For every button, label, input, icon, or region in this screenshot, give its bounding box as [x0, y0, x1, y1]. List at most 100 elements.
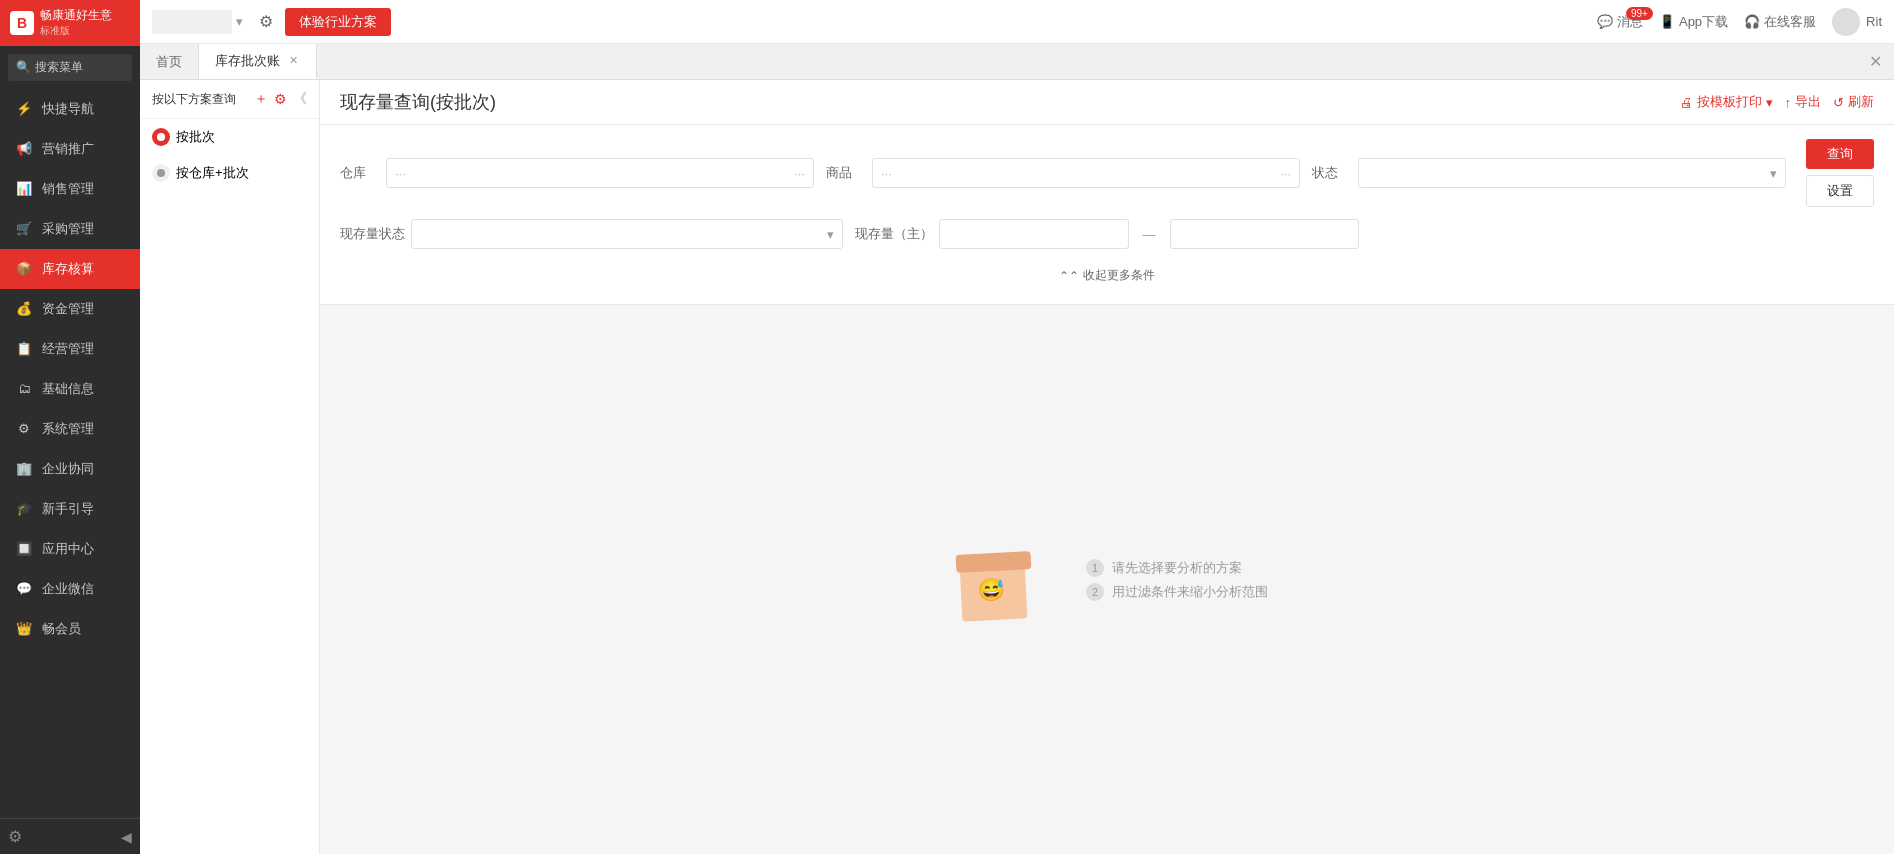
sidebar-item-purchase[interactable]: 🛒 采购管理 — [0, 209, 140, 249]
sidebar-item-member[interactable]: 👑 畅会员 — [0, 609, 140, 649]
inventory-qty-min[interactable] — [939, 219, 1128, 249]
filter-row-2: 现存量状态 ▾ 现存量（主） — — [340, 219, 1874, 249]
collapse-filter-button[interactable]: ⌃⌃ 收起更多条件 — [340, 261, 1874, 290]
empty-illustration: 😅 — [946, 525, 1046, 635]
left-panel-header: 按以下方案查询 ＋ ⚙ 《 — [140, 80, 319, 119]
warehouse-input[interactable]: ··· ··· — [386, 158, 814, 188]
status-select[interactable]: ▾ — [1358, 158, 1786, 188]
export-icon: ↑ — [1785, 95, 1792, 110]
filter-warehouse: 仓库 ··· ··· — [340, 158, 814, 188]
quick-nav-icon: ⚡ — [14, 99, 34, 119]
inventory-status-dropdown-icon: ▾ — [827, 227, 834, 242]
app-logo: B — [10, 11, 34, 35]
settings-button[interactable]: ⚙ — [259, 12, 273, 31]
inventory-status-select[interactable]: ▾ — [411, 219, 843, 249]
goods-input[interactable]: ··· ··· — [872, 158, 1300, 188]
sidebar-item-sales[interactable]: 📊 销售管理 — [0, 169, 140, 209]
sidebar-search-area: 🔍 搜索菜单 — [0, 46, 140, 89]
sales-icon: 📊 — [14, 179, 34, 199]
inventory-icon: 📦 — [14, 259, 34, 279]
svg-text:😅: 😅 — [977, 575, 1006, 603]
collapse-up-icon: ⌃⌃ — [1059, 269, 1079, 283]
breadcrumb: ▾ — [152, 10, 243, 34]
headset-icon: 🎧 — [1744, 14, 1760, 29]
sidebar-item-enterprise[interactable]: 🏢 企业协同 — [0, 449, 140, 489]
sidebar-item-quick-nav[interactable]: ⚡ 快捷导航 — [0, 89, 140, 129]
filter-settings-button[interactable]: 设置 — [1806, 175, 1874, 207]
page-header: 现存量查询(按批次) 🖨 按模板打印 ▾ ↑ 导出 ↺ 刷新 — [320, 80, 1894, 125]
plan-by-warehouse-batch[interactable]: 按仓库+批次 — [140, 155, 319, 191]
sidebar-collapse-icon[interactable]: ◀ — [121, 829, 132, 845]
query-button[interactable]: 查询 — [1806, 139, 1874, 169]
filter-status: 状态 ▾ — [1312, 158, 1786, 188]
sidebar-item-finance[interactable]: 💰 资金管理 — [0, 289, 140, 329]
right-panel: 现存量查询(按批次) 🖨 按模板打印 ▾ ↑ 导出 ↺ 刷新 — [320, 80, 1894, 854]
svg-point-0 — [157, 133, 165, 141]
content-area: 按以下方案查询 ＋ ⚙ 《 按批次 按仓库+批次 — [140, 80, 1894, 854]
company-name: 畅康通好生意 — [40, 8, 112, 24]
message-icon: 💬 — [1597, 14, 1613, 29]
status-label: 状态 — [1312, 164, 1352, 182]
inventory-qty-label: 现存量（主） — [855, 225, 933, 243]
avatar — [1832, 8, 1860, 36]
user-menu-button[interactable]: Rit — [1832, 8, 1882, 36]
add-plan-icon[interactable]: ＋ — [254, 90, 268, 108]
phone-icon: 📱 — [1659, 14, 1675, 29]
filter-inventory-status: 现存量状态 ▾ — [340, 219, 843, 249]
main-area: ▾ ⚙ 体验行业方案 💬 消息 99+ 📱 App下载 🎧 在线客服 — [140, 0, 1894, 854]
filter-area: 仓库 ··· ··· 商品 ··· ··· 状态 — [320, 125, 1894, 305]
industry-solution-button[interactable]: 体验行业方案 — [285, 8, 391, 36]
sidebar-item-basics[interactable]: 🗂 基础信息 — [0, 369, 140, 409]
sidebar-item-system[interactable]: ⚙ 系统管理 — [0, 409, 140, 449]
tab-home[interactable]: 首页 — [140, 44, 199, 79]
print-button[interactable]: 🖨 按模板打印 ▾ — [1680, 93, 1773, 111]
enterprise-icon: 🏢 — [14, 459, 34, 479]
online-service-button[interactable]: 🎧 在线客服 — [1744, 13, 1816, 31]
data-area: 😅 1 请先选择要分析的方案 2 用过滤条件来缩小分析范围 — [320, 305, 1894, 854]
collapse-left-icon[interactable]: 《 — [293, 90, 307, 108]
export-button[interactable]: ↑ 导出 — [1785, 93, 1822, 111]
inventory-status-label: 现存量状态 — [340, 225, 405, 243]
breadcrumb-input[interactable] — [152, 10, 232, 34]
goods-label: 商品 — [826, 164, 866, 182]
empty-tip-2: 2 用过滤条件来缩小分析范围 — [1086, 583, 1268, 601]
topbar: ▾ ⚙ 体验行业方案 💬 消息 99+ 📱 App下载 🎧 在线客服 — [140, 0, 1894, 44]
tab-close-icon[interactable]: ✕ — [286, 54, 300, 68]
plan-warehouse-icon — [152, 164, 170, 182]
refresh-button[interactable]: ↺ 刷新 — [1833, 93, 1874, 111]
inventory-qty-max[interactable] — [1170, 219, 1359, 249]
purchase-icon: 🛒 — [14, 219, 34, 239]
breadcrumb-arrow: ▾ — [236, 14, 243, 29]
sidebar-item-operations[interactable]: 📋 经营管理 — [0, 329, 140, 369]
wechat-icon: 💬 — [14, 579, 34, 599]
filter-goods: 商品 ··· ··· — [826, 158, 1300, 188]
plan-by-batch[interactable]: 按批次 — [140, 119, 319, 155]
marketing-icon: 📢 — [14, 139, 34, 159]
newbie-icon: 🎓 — [14, 499, 34, 519]
print-icon: 🖨 — [1680, 95, 1693, 110]
tab-inventory-batch[interactable]: 库存批次账 ✕ — [199, 44, 317, 79]
sidebar: B 畅康通好生意 标准版 🔍 搜索菜单 ⚡ 快捷导航 📢 营销推广 📊 销售管理… — [0, 0, 140, 854]
empty-tips: 1 请先选择要分析的方案 2 用过滤条件来缩小分析范围 — [1086, 559, 1268, 601]
warehouse-label: 仓库 — [340, 164, 380, 182]
messages-button[interactable]: 💬 消息 99+ — [1597, 13, 1643, 31]
sidebar-nav: ⚡ 快捷导航 📢 营销推广 📊 销售管理 🛒 采购管理 📦 库存核算 💰 资金管… — [0, 89, 140, 818]
warehouse-input-dots: ··· — [794, 166, 805, 181]
sidebar-item-apps[interactable]: 🔲 应用中心 — [0, 529, 140, 569]
page-title: 现存量查询(按批次) — [340, 90, 496, 114]
tab-close-all-icon[interactable]: ✕ — [1865, 48, 1886, 75]
sidebar-item-wechat[interactable]: 💬 企业微信 — [0, 569, 140, 609]
sidebar-item-inventory[interactable]: 📦 库存核算 — [0, 249, 140, 289]
member-icon: 👑 — [14, 619, 34, 639]
app-download-button[interactable]: 📱 App下载 — [1659, 13, 1728, 31]
sidebar-settings-icon[interactable]: ⚙ — [8, 827, 22, 846]
search-icon: 🔍 — [16, 60, 31, 74]
sidebar-item-newbie[interactable]: 🎓 新手引导 — [0, 489, 140, 529]
filter-row-1: 仓库 ··· ··· 商品 ··· ··· 状态 — [340, 139, 1874, 207]
left-panel: 按以下方案查询 ＋ ⚙ 《 按批次 按仓库+批次 — [140, 80, 320, 854]
sidebar-item-marketing[interactable]: 📢 营销推广 — [0, 129, 140, 169]
print-arrow-icon: ▾ — [1766, 95, 1773, 110]
plan-settings-icon[interactable]: ⚙ — [274, 91, 287, 107]
search-menu-button[interactable]: 🔍 搜索菜单 — [8, 54, 132, 81]
sidebar-header: B 畅康通好生意 标准版 — [0, 0, 140, 46]
